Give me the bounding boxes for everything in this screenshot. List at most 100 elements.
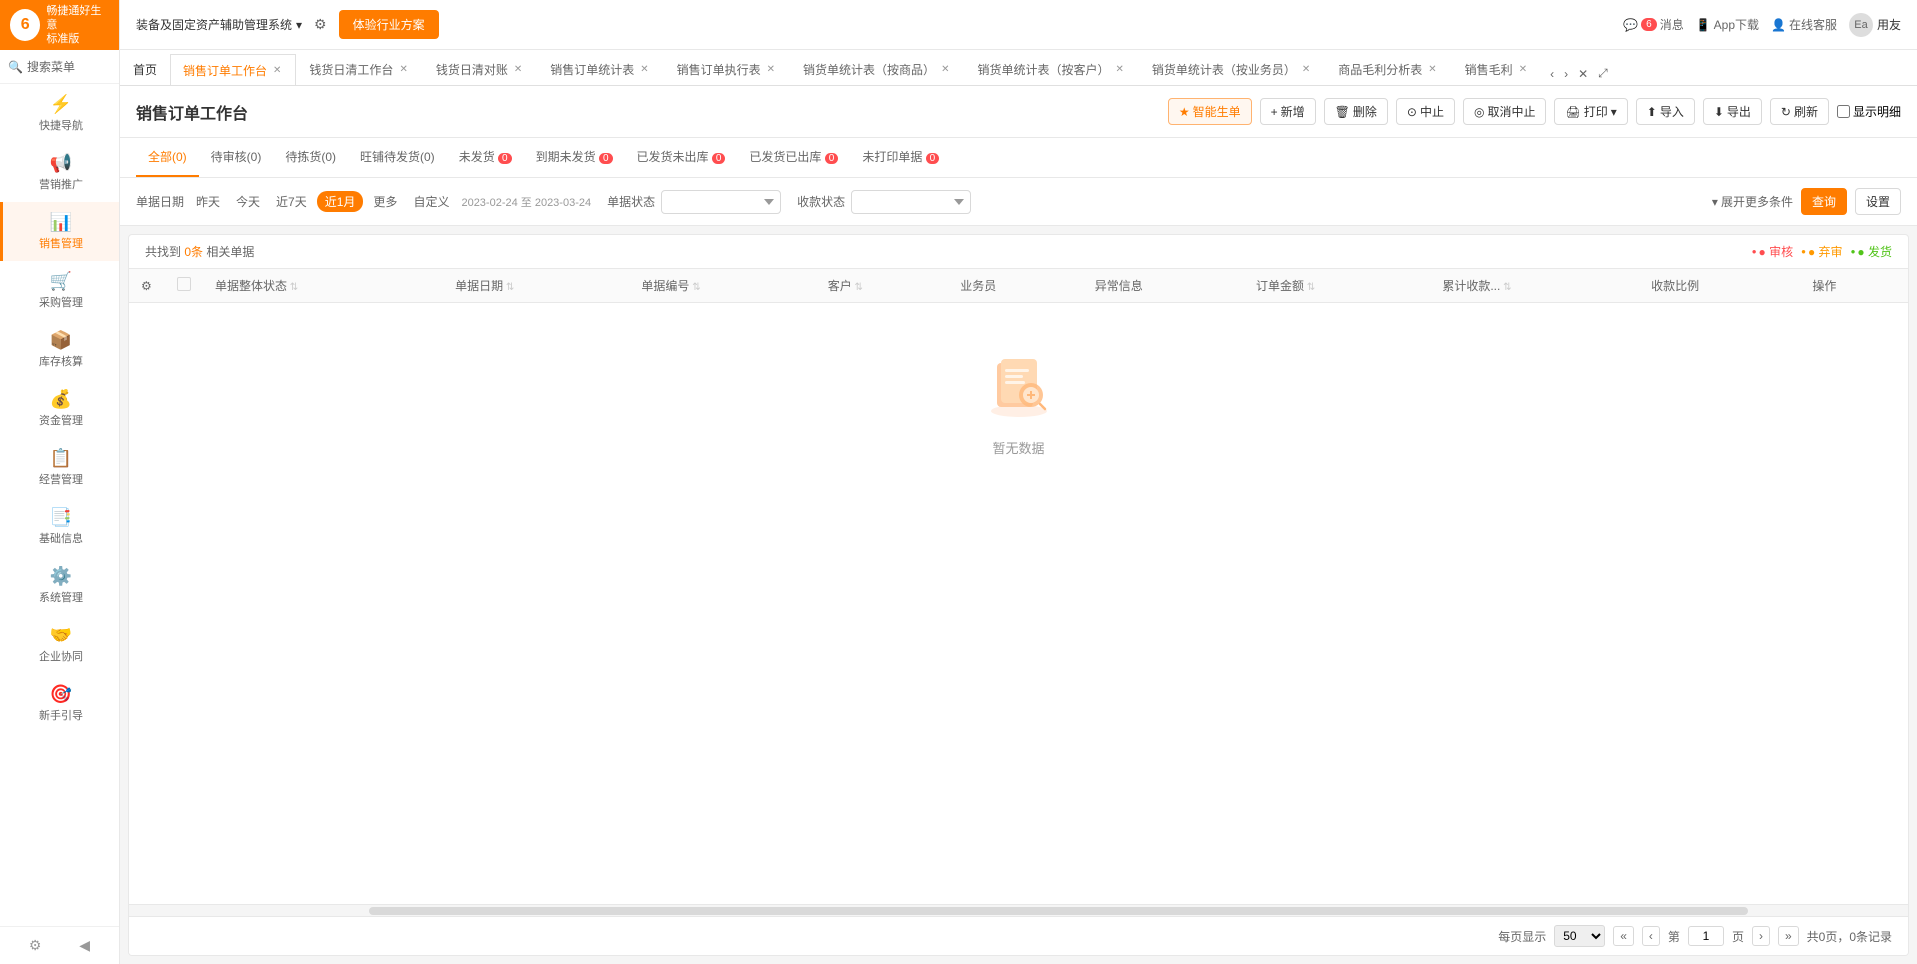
filter-tab-pending-inspect[interactable]: 待拣货(0) bbox=[273, 138, 348, 177]
col-status[interactable]: 单据整体状态 bbox=[203, 269, 443, 303]
date-btn-yesterday[interactable]: 昨天 bbox=[190, 191, 226, 212]
payment-filter-select[interactable] bbox=[851, 190, 971, 214]
industry-plan-button[interactable]: 体验行业方案 bbox=[339, 10, 439, 39]
filter-tab-all[interactable]: 全部(0) bbox=[136, 138, 199, 177]
show-detail-checkbox-label[interactable]: 显示明细 bbox=[1837, 103, 1901, 120]
expand-conditions-btn[interactable]: ▾ 展开更多条件 bbox=[1712, 193, 1793, 210]
filter-tab-not-printed[interactable]: 未打印单据 0 bbox=[850, 138, 951, 177]
filter-tab-pending-review[interactable]: 待审核(0) bbox=[199, 138, 274, 177]
user-menu[interactable]: Ea 用友 bbox=[1849, 13, 1901, 37]
tab-cash-reconcile[interactable]: 钱货日清对账 ✕ bbox=[423, 53, 537, 85]
show-detail-checkbox[interactable] bbox=[1837, 105, 1850, 118]
tabs-close-all-btn[interactable]: ✕ bbox=[1574, 63, 1592, 85]
sidebar-item-system[interactable]: ⚙️系统管理 bbox=[0, 556, 119, 615]
print-button[interactable]: 🖨 打印 ▾ bbox=[1554, 98, 1627, 125]
tab-sales-revenue[interactable]: 销售毛利 ✕ bbox=[1452, 53, 1542, 85]
col-received[interactable]: 累计收款... bbox=[1430, 269, 1639, 303]
first-page-btn[interactable]: « bbox=[1613, 926, 1634, 946]
sidebar-item-operations[interactable]: 📋经营管理 bbox=[0, 438, 119, 497]
sidebar-item-finance[interactable]: 💰资金管理 bbox=[0, 379, 119, 438]
date-btn-custom[interactable]: 自定义 bbox=[407, 191, 455, 212]
date-btn-today[interactable]: 今天 bbox=[230, 191, 266, 212]
tab-gross-profit[interactable]: 商品毛利分析表 ✕ bbox=[1325, 53, 1451, 85]
settings-icon[interactable]: ⚙ bbox=[314, 16, 327, 33]
logo: 6 畅捷通好生意 标准版 bbox=[0, 0, 119, 50]
filter-tab-wangpu[interactable]: 旺铺待发货(0) bbox=[348, 138, 447, 177]
sidebar-item-guide[interactable]: 🎯新手引导 bbox=[0, 674, 119, 733]
online-service-btn[interactable]: 👤 在线客服 bbox=[1771, 16, 1837, 33]
tab-sales-exec[interactable]: 销售订单执行表 ✕ bbox=[664, 53, 790, 85]
tabs-maximize-btn[interactable]: ⤢ bbox=[1594, 62, 1612, 85]
tab-sales-summary-product-close[interactable]: ✕ bbox=[939, 64, 951, 76]
unreview-action-btn[interactable]: ● 弃审 bbox=[1801, 243, 1842, 260]
smart-create-button[interactable]: ★ 智能生单 bbox=[1168, 98, 1252, 125]
stop-button[interactable]: ⊙ 中止 bbox=[1396, 98, 1455, 125]
sidebar-item-quick-nav[interactable]: ⚡快捷导航 bbox=[0, 84, 119, 143]
collapse-footer-btn[interactable]: ◀ bbox=[79, 937, 90, 954]
tab-cash-daily[interactable]: 钱货日清工作台 ✕ bbox=[296, 53, 422, 85]
scrollbar-thumb[interactable] bbox=[369, 907, 1748, 915]
tab-gross-profit-close[interactable]: ✕ bbox=[1426, 64, 1438, 76]
tab-sales-summary-staff[interactable]: 销货单统计表（按业务员） ✕ bbox=[1139, 53, 1325, 85]
sidebar-item-inventory[interactable]: 📦库存核算 bbox=[0, 320, 119, 379]
system-title-dropdown[interactable]: 装备及固定资产辅助管理系统 ▾ bbox=[136, 16, 302, 33]
col-date[interactable]: 单据日期 bbox=[443, 269, 629, 303]
filter-tab-overdue[interactable]: 到期未发货 0 bbox=[524, 138, 625, 177]
sidebar-item-marketing[interactable]: 📢营销推广 bbox=[0, 143, 119, 202]
tab-sales-summary-customer-close[interactable]: ✕ bbox=[1113, 64, 1125, 76]
col-staff[interactable]: 业务员 bbox=[948, 269, 1082, 303]
tab-cash-daily-close[interactable]: ✕ bbox=[397, 64, 409, 76]
last-page-btn[interactable]: » bbox=[1778, 926, 1799, 946]
sidebar-item-purchase[interactable]: 🛒采购管理 bbox=[0, 261, 119, 320]
prev-page-btn[interactable]: ‹ bbox=[1642, 926, 1660, 946]
tab-cash-reconcile-close[interactable]: ✕ bbox=[512, 64, 524, 76]
import-button[interactable]: ⬆ 导入 bbox=[1636, 98, 1695, 125]
sidebar-search[interactable]: 🔍 搜索菜单 bbox=[0, 50, 119, 84]
date-btn-1month[interactable]: 近1月 bbox=[317, 191, 364, 212]
sidebar-item-sales[interactable]: 📊销售管理 bbox=[0, 202, 119, 261]
message-btn[interactable]: 💬 6 消息 bbox=[1623, 16, 1684, 33]
add-button[interactable]: + 新增 bbox=[1260, 98, 1316, 125]
tab-sales-stats[interactable]: 销售订单统计表 ✕ bbox=[537, 53, 663, 85]
date-btn-7days[interactable]: 近7天 bbox=[270, 191, 313, 212]
filter-tab-shipped-not-in[interactable]: 已发货未出库 0 bbox=[625, 138, 738, 177]
tab-sales-exec-close[interactable]: ✕ bbox=[765, 64, 777, 76]
app-download-btn[interactable]: 📱 App下载 bbox=[1696, 16, 1759, 33]
tab-sales-workbench[interactable]: 销售订单工作台 ✕ bbox=[170, 54, 296, 86]
sidebar-item-basic[interactable]: 📑基础信息 bbox=[0, 497, 119, 556]
delete-button[interactable]: 🗑 删除 bbox=[1324, 98, 1388, 125]
page-size-select[interactable]: 50 10 20 100 bbox=[1554, 925, 1605, 947]
filter-settings-button[interactable]: 设置 bbox=[1855, 188, 1901, 215]
filter-tab-not-shipped[interactable]: 未发货 0 bbox=[447, 138, 524, 177]
col-amount[interactable]: 订单金额 bbox=[1244, 269, 1430, 303]
export-button[interactable]: ⬇ 导出 bbox=[1703, 98, 1762, 125]
filter-tab-shipped-in[interactable]: 已发货已出库 0 bbox=[737, 138, 850, 177]
tab-sales-revenue-close[interactable]: ✕ bbox=[1517, 64, 1529, 76]
horizontal-scrollbar[interactable] bbox=[129, 904, 1908, 916]
tab-home[interactable]: 首页 bbox=[120, 53, 170, 85]
tabs-next-btn[interactable]: › bbox=[1560, 63, 1572, 85]
tab-sales-stats-label: 销售订单统计表 bbox=[550, 61, 634, 78]
sidebar-item-enterprise[interactable]: 🤝企业协同 bbox=[0, 615, 119, 674]
tab-sales-workbench-close[interactable]: ✕ bbox=[271, 65, 283, 77]
query-button[interactable]: 查询 bbox=[1801, 188, 1847, 215]
tabs-prev-btn[interactable]: ‹ bbox=[1546, 63, 1558, 85]
col-number[interactable]: 单据编号 bbox=[629, 269, 815, 303]
tab-sales-summary-customer[interactable]: 销货单统计表（按客户） ✕ bbox=[964, 53, 1138, 85]
next-page-btn[interactable]: › bbox=[1752, 926, 1770, 946]
date-btn-more[interactable]: 更多 bbox=[367, 191, 403, 212]
refresh-button[interactable]: ↻ 刷新 bbox=[1770, 98, 1829, 125]
tab-sales-summary-staff-close[interactable]: ✕ bbox=[1300, 64, 1312, 76]
main-area: 装备及固定资产辅助管理系统 ▾ ⚙ 体验行业方案 💬 6 消息 📱 App下载 … bbox=[120, 0, 1917, 964]
page-number-input[interactable] bbox=[1688, 926, 1724, 946]
select-all-checkbox[interactable] bbox=[177, 277, 191, 291]
settings-footer-btn[interactable]: ⚙ bbox=[29, 937, 42, 954]
cancel-stop-button[interactable]: ◎ 取消中止 bbox=[1463, 98, 1547, 125]
col-customer[interactable]: 客户 bbox=[816, 269, 949, 303]
tab-sales-summary-product[interactable]: 销货单统计表（按商品） ✕ bbox=[790, 53, 964, 85]
review-action-btn[interactable]: ● 审核 bbox=[1752, 243, 1793, 260]
status-filter-select[interactable] bbox=[661, 190, 781, 214]
ship-action-btn[interactable]: ● 发货 bbox=[1851, 243, 1892, 260]
tab-sales-stats-close[interactable]: ✕ bbox=[638, 64, 650, 76]
table-scroll-container[interactable]: ⚙ 单据整体状态 单据日期 单据编号 客户 业务员 异常信息 订单金额 累计收款… bbox=[129, 269, 1908, 904]
